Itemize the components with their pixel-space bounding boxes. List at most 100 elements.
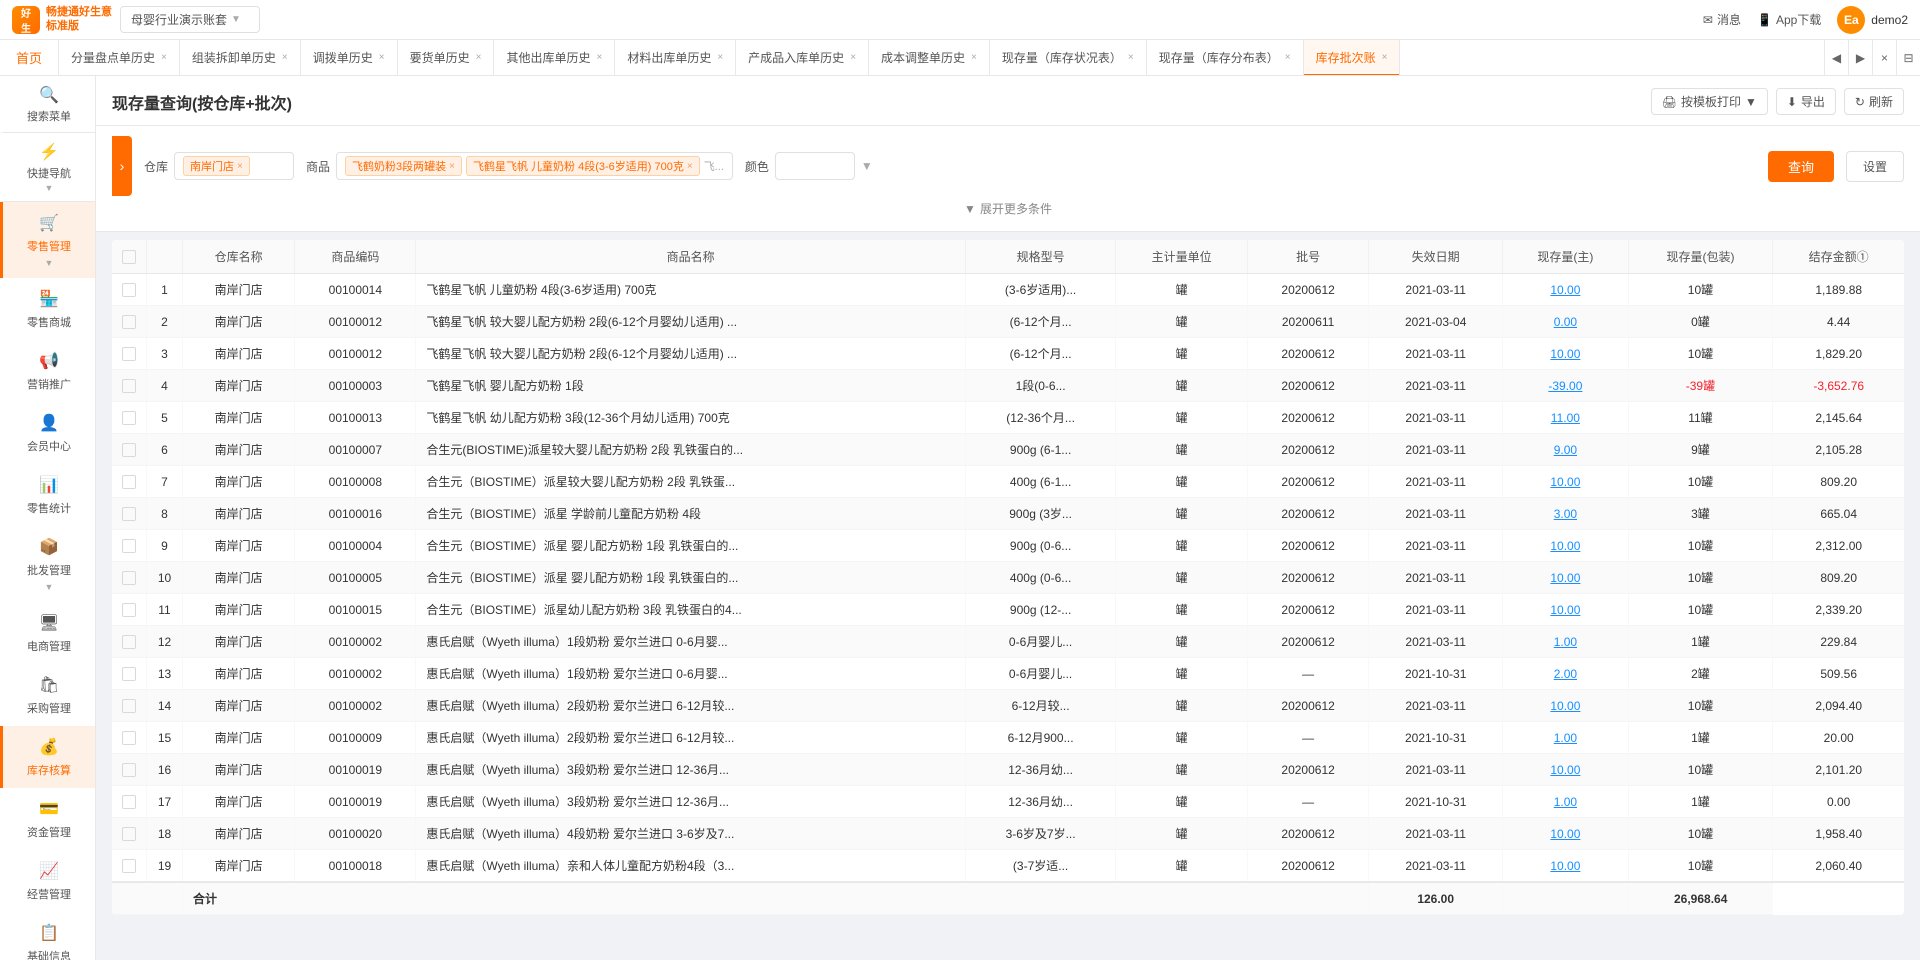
row-checkbox[interactable] bbox=[112, 466, 147, 498]
tab-cailiao-chuku[interactable]: 材料出库单历史 × bbox=[615, 40, 736, 76]
sidebar-item-retail-shop[interactable]: 🏪 零售商城 bbox=[0, 278, 95, 340]
warehouse-tag-close[interactable]: × bbox=[237, 161, 243, 172]
sidebar-item-retail-mgmt[interactable]: 🛒 零售管理 ▼ bbox=[0, 202, 95, 278]
row-checkbox[interactable] bbox=[112, 658, 147, 690]
message-button[interactable]: ✉ 消息 bbox=[1703, 11, 1741, 28]
query-button[interactable]: 查询 bbox=[1768, 151, 1834, 182]
row-checkbox[interactable] bbox=[112, 754, 147, 786]
print-button[interactable]: 🖨 按模板打印 ▼ bbox=[1651, 88, 1768, 115]
tab-diaobo[interactable]: 调拨单历史 × bbox=[301, 40, 398, 76]
tab-close-9[interactable]: × bbox=[1128, 53, 1134, 63]
row-qty-main[interactable]: 0.00 bbox=[1503, 306, 1628, 338]
row-checkbox[interactable] bbox=[112, 818, 147, 850]
row-qty-main[interactable]: 3.00 bbox=[1503, 498, 1628, 530]
export-button[interactable]: ⬇ 导出 bbox=[1776, 88, 1836, 115]
row-name: 合生元（BIOSTIME）派星幼儿配方奶粉 3段 乳铁蛋白的4... bbox=[416, 594, 966, 626]
row-qty-main[interactable]: 10.00 bbox=[1503, 690, 1628, 722]
filter-expand-sidebar-btn[interactable]: › bbox=[112, 136, 132, 196]
product-tag-1-close[interactable]: × bbox=[449, 161, 455, 172]
row-qty-main[interactable]: -39.00 bbox=[1503, 370, 1628, 402]
row-checkbox[interactable] bbox=[112, 530, 147, 562]
tab-close-6[interactable]: × bbox=[717, 53, 723, 63]
row-qty-main[interactable]: 1.00 bbox=[1503, 786, 1628, 818]
company-selector[interactable]: 母婴行业演示账套 ▼ bbox=[120, 6, 260, 33]
tab-fenpan[interactable]: 分量盘点单历史 × bbox=[59, 40, 180, 76]
tab-close-11[interactable]: × bbox=[1382, 53, 1388, 63]
row-qty-main[interactable]: 10.00 bbox=[1503, 338, 1628, 370]
row-checkbox[interactable] bbox=[112, 786, 147, 818]
row-qty-main[interactable]: 10.00 bbox=[1503, 466, 1628, 498]
sidebar-item-basic-info[interactable]: 📋 基础信息 bbox=[0, 912, 95, 960]
row-qty-main[interactable]: 10.00 bbox=[1503, 562, 1628, 594]
refresh-button[interactable]: ↻ 刷新 bbox=[1844, 88, 1904, 115]
tab-xiancunliang-kufenbu[interactable]: 现存量（库存分布表） × bbox=[1147, 40, 1304, 76]
sidebar-item-marketing[interactable]: 📢 营销推广 bbox=[0, 340, 95, 402]
row-checkbox[interactable] bbox=[112, 402, 147, 434]
row-qty-main[interactable]: 9.00 bbox=[1503, 434, 1628, 466]
sidebar-item-finance[interactable]: 💳 资金管理 bbox=[0, 788, 95, 850]
row-qty-main[interactable]: 1.00 bbox=[1503, 626, 1628, 658]
tab-close-3[interactable]: × bbox=[379, 53, 385, 63]
sidebar-item-operations[interactable]: 📈 经营管理 bbox=[0, 850, 95, 912]
sidebar-item-wholesale[interactable]: 📦 批发管理 ▼ bbox=[0, 526, 95, 602]
tab-menu-btn[interactable]: ⊟ bbox=[1896, 40, 1920, 76]
row-checkbox[interactable] bbox=[112, 434, 147, 466]
row-checkbox[interactable] bbox=[112, 274, 147, 306]
row-checkbox[interactable] bbox=[112, 370, 147, 402]
tab-chanpin-ruku[interactable]: 产成品入库单历史 × bbox=[736, 40, 869, 76]
row-checkbox[interactable] bbox=[112, 850, 147, 883]
row-checkbox[interactable] bbox=[112, 498, 147, 530]
tab-kucun-pici[interactable]: 库存批次账 × bbox=[1304, 40, 1401, 76]
tab-close-2[interactable]: × bbox=[282, 53, 288, 63]
row-checkbox[interactable] bbox=[112, 594, 147, 626]
product-more[interactable]: 飞... bbox=[704, 158, 724, 174]
settings-button[interactable]: 设置 bbox=[1846, 151, 1904, 182]
row-qty-main[interactable]: 10.00 bbox=[1503, 754, 1628, 786]
sidebar-item-inventory[interactable]: 💰 库存核算 bbox=[0, 726, 95, 788]
sidebar-item-search[interactable]: 🔍 搜索菜单 bbox=[0, 76, 95, 133]
product-tag-2-close[interactable]: × bbox=[687, 161, 693, 172]
row-checkbox[interactable] bbox=[112, 562, 147, 594]
row-checkbox[interactable] bbox=[112, 338, 147, 370]
tab-close-7[interactable]: × bbox=[850, 53, 856, 63]
tab-close-4[interactable]: × bbox=[476, 53, 482, 63]
tab-yaohuo[interactable]: 要货单历史 × bbox=[398, 40, 495, 76]
tab-close-all-btn[interactable]: × bbox=[1872, 40, 1896, 76]
sidebar-item-retail-stats[interactable]: 📊 零售统计 bbox=[0, 464, 95, 526]
row-checkbox[interactable] bbox=[112, 690, 147, 722]
sidebar-item-members[interactable]: 👤 会员中心 bbox=[0, 402, 95, 464]
tab-zuhe[interactable]: 组装拆卸单历史 × bbox=[180, 40, 301, 76]
tab-prev-btn[interactable]: ◀ bbox=[1824, 40, 1848, 76]
expand-more-btn[interactable]: ▼ 展开更多条件 bbox=[964, 200, 1052, 217]
tab-close-8[interactable]: × bbox=[971, 53, 977, 63]
warehouse-tag-area[interactable]: 南岸门店 × bbox=[174, 152, 294, 180]
sidebar-item-purchase[interactable]: 🛍 采购管理 bbox=[0, 664, 95, 726]
row-qty-main[interactable]: 1.00 bbox=[1503, 722, 1628, 754]
row-qty-main[interactable]: 2.00 bbox=[1503, 658, 1628, 690]
user-info[interactable]: Ea demo2 bbox=[1837, 6, 1908, 34]
tab-next-btn[interactable]: ▶ bbox=[1848, 40, 1872, 76]
tab-xiancunliang-kuank[interactable]: 现存量（库存状况表） × bbox=[990, 40, 1147, 76]
tab-close-1[interactable]: × bbox=[161, 53, 167, 63]
row-checkbox[interactable] bbox=[112, 306, 147, 338]
row-qty-main[interactable]: 11.00 bbox=[1503, 402, 1628, 434]
row-checkbox[interactable] bbox=[112, 626, 147, 658]
tab-close-5[interactable]: × bbox=[596, 53, 602, 63]
color-tag-area[interactable] bbox=[775, 152, 855, 180]
row-qty-main[interactable]: 10.00 bbox=[1503, 850, 1628, 883]
row-qty-main[interactable]: 10.00 bbox=[1503, 818, 1628, 850]
product-tag-area[interactable]: 飞鹤奶粉3段两罐装 × 飞鹤星飞帆 儿童奶粉 4段(3-6岁适用) 700克 ×… bbox=[336, 152, 733, 180]
color-dropdown-arrow[interactable]: ▼ bbox=[861, 159, 873, 173]
row-qty-main[interactable]: 10.00 bbox=[1503, 530, 1628, 562]
tab-chengben[interactable]: 成本调整单历史 × bbox=[869, 40, 990, 76]
row-qty-main[interactable]: 10.00 bbox=[1503, 274, 1628, 306]
tab-close-10[interactable]: × bbox=[1285, 53, 1291, 63]
select-all-checkbox[interactable] bbox=[122, 250, 136, 264]
app-download-button[interactable]: 📱 App下载 bbox=[1757, 11, 1821, 28]
tab-home[interactable]: 首页 bbox=[0, 40, 59, 76]
tab-qita-chuku[interactable]: 其他出库单历史 × bbox=[494, 40, 615, 76]
row-qty-main[interactable]: 10.00 bbox=[1503, 594, 1628, 626]
sidebar-item-ecommerce[interactable]: 🖥 电商管理 bbox=[0, 602, 95, 664]
row-checkbox[interactable] bbox=[112, 722, 147, 754]
sidebar-item-quicknav[interactable]: ⚡ 快捷导航 ▼ bbox=[0, 133, 95, 202]
